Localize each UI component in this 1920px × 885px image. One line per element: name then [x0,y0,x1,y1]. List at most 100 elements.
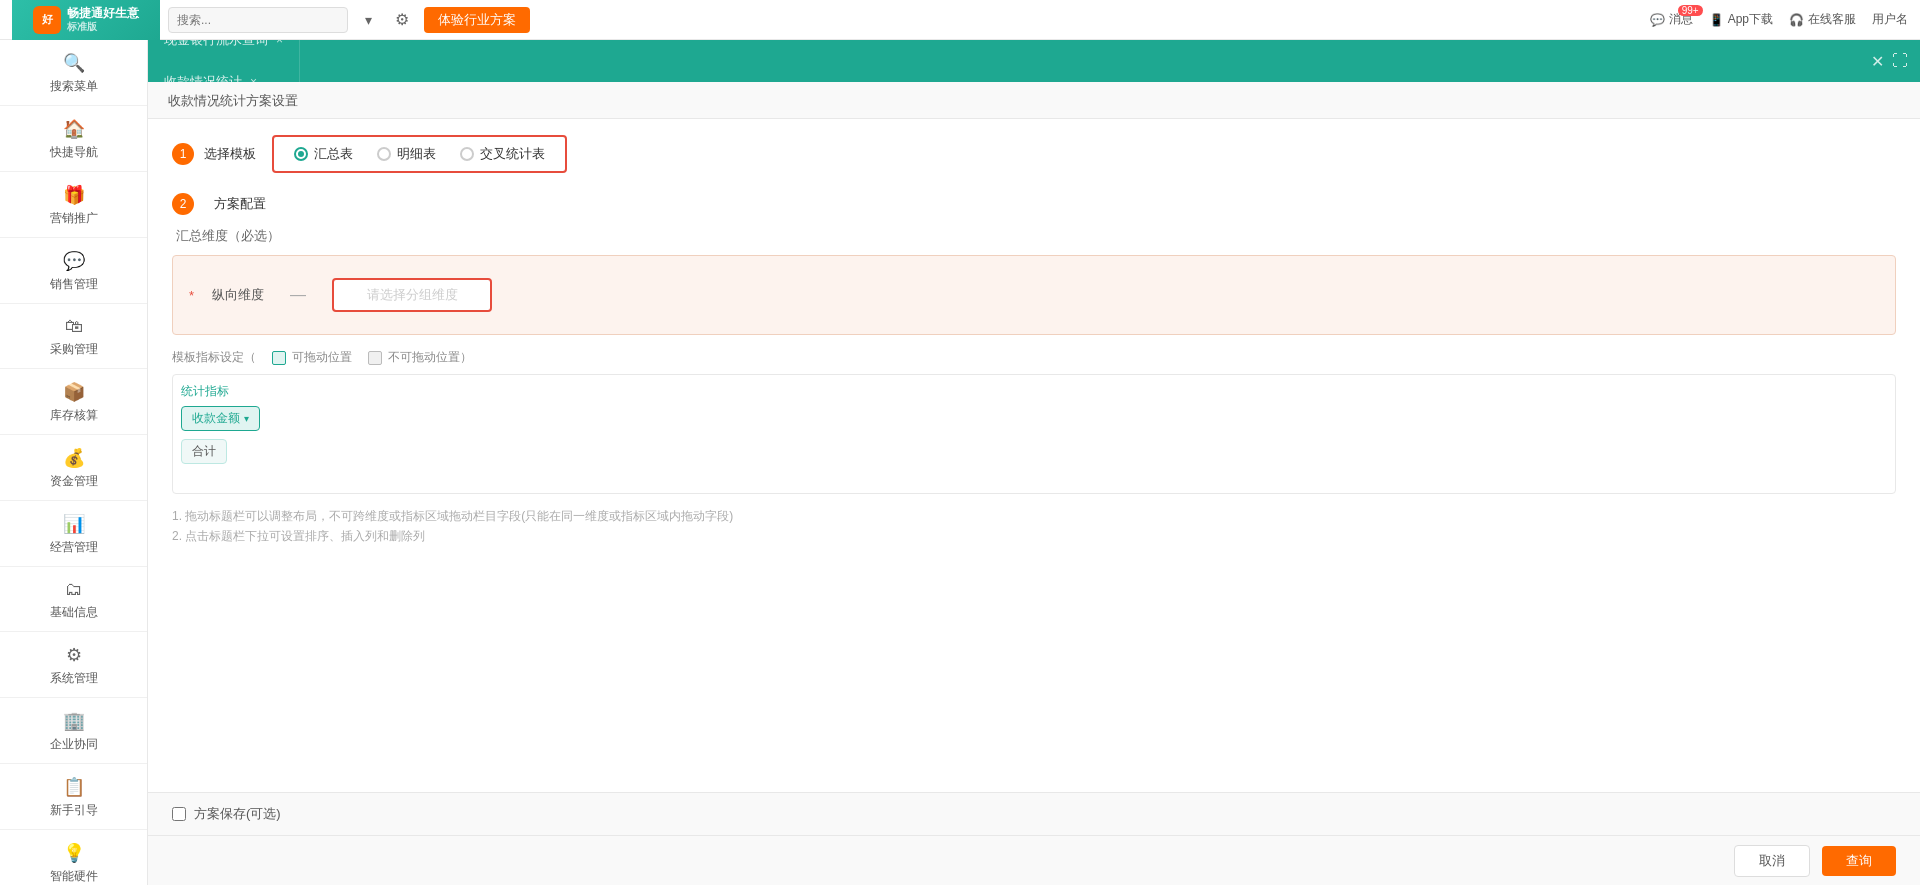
radio-cross-circle [460,147,474,161]
tab-bar: 首页现金银行流水查询×收款情况统计×新建方案× ✕ ⛶ [148,40,1920,82]
sidebar-icon-marketing: 🎁 [63,184,85,206]
sidebar-icon-operation: 📊 [63,513,85,535]
message-icon: 💬 [1650,13,1665,27]
radio-cross[interactable]: 交叉统计表 [460,145,545,163]
tip2: 2. 点击标题栏下拉可设置排序、插入列和删除列 [172,526,1896,546]
sidebar-item-corp[interactable]: 🏢企业协同 [0,698,147,764]
settings-icon[interactable]: ⚙ [388,6,416,34]
header-left: 好 畅捷通好生意 标准版 ▾ ⚙ 体验行业方案 [12,0,530,40]
config-area: 汇总维度（必选） * 纵向维度 — 请选择分组维度 模板指标设定（ [172,227,1896,547]
sidebar-label-purchase: 采购管理 [50,341,98,358]
page-title: 收款情况统计方案设置 [168,93,298,108]
radio-detail-label: 明细表 [397,145,436,163]
sidebar-item-hardware[interactable]: 💡 智能硬件 [0,830,147,885]
step1-num: 1 [172,143,194,165]
tab-bank-flow[interactable]: 现金银行流水查询 × [148,40,300,61]
form-section: 1 选择模板 汇总表 明细表 [148,119,1920,792]
tab-maximize-btn[interactable]: ⛶ [1892,52,1908,70]
header-dropdown-btn[interactable]: ▾ [356,8,380,32]
template-options-box: 汇总表 明细表 交叉统计表 [272,135,567,173]
sidebar-label-system: 系统管理 [50,670,98,687]
header-right: 💬 消息 99+ 📱 App下载 🎧 在线客服 用户名 [1650,11,1908,28]
sidebar-icon-inventory: 📦 [63,381,85,403]
radio-summary-label: 汇总表 [314,145,353,163]
radio-summary[interactable]: 汇总表 [294,145,353,163]
tab-close-bank-flow[interactable]: × [276,40,283,47]
metrics-tags: 收款金额 ▾ [181,406,1887,435]
metric-tag-receipt[interactable]: 收款金额 ▾ [181,406,260,431]
sidebar-label-guide: 新手引导 [50,802,98,819]
sidebar-icon-guide: 📋 [63,776,85,798]
dim-arrow-icon: — [290,286,306,304]
sidebar-label-basic: 基础信息 [50,604,98,621]
metric-tag-chevron-icon: ▾ [244,413,249,424]
download-btn[interactable]: 📱 App下载 [1709,11,1773,28]
sidebar-item-operation[interactable]: 📊 经营管理 [0,501,147,567]
msg-btn[interactable]: 💬 消息 99+ [1650,11,1693,28]
sidebar-item-search-menu[interactable]: 🔍搜索菜单 [0,40,147,106]
radio-detail-circle [377,147,391,161]
industry-btn[interactable]: 体验行业方案 [424,7,530,33]
radio-detail[interactable]: 明细表 [377,145,436,163]
sidebar-item-guide[interactable]: 📋 新手引导 [0,764,147,830]
step2-header: 2 方案配置 [172,193,1896,215]
sidebar-item-system[interactable]: ⚙ 系统管理 [0,632,147,698]
sidebar-icon-sales: 💬 [63,250,85,272]
sidebar-label-operation: 经营管理 [50,539,98,556]
query-button[interactable]: 查询 [1822,846,1896,876]
metric-tag-receipt-label: 收款金额 [192,410,240,427]
sidebar-item-sales[interactable]: 💬 销售管理 [0,238,147,304]
sidebar-item-purchase[interactable]: 🛍 采购管理 [0,304,147,369]
dim-area: * 纵向维度 — 请选择分组维度 [172,255,1896,335]
save-label: 方案保存(可选) [194,805,281,823]
sidebar-label-hardware: 智能硬件 [50,868,98,885]
metrics-area: 统计指标 收款金额 ▾ 合计 [172,374,1896,494]
step2-num: 2 [172,193,194,215]
sidebar-item-basic[interactable]: 🗂基础信息 [0,567,147,632]
tab-label-bank-flow: 现金银行流水查询 [164,40,268,49]
save-section: 方案保存(可选) [148,792,1920,835]
draggable-legend-icon [272,351,286,365]
msg-badge: 99+ [1678,5,1703,16]
sidebar-icon-hardware: 💡 [63,842,85,864]
sidebar-item-inventory[interactable]: 📦库存核算 [0,369,147,435]
save-checkbox[interactable] [172,807,186,821]
radio-summary-inner [298,151,304,157]
indicator-legend: 模板指标设定（ 可拖动位置 不可拖动位置） [172,349,1896,366]
cancel-button[interactable]: 取消 [1734,845,1810,877]
page-content: 收款情况统计方案设置 1 选择模板 汇总表 [148,82,1920,835]
bottom-bar: 取消 查询 [148,835,1920,885]
draggable-legend-item: 可拖动位置 [272,349,352,366]
required-star: * [189,288,194,303]
tab-close-all-btn[interactable]: ✕ [1871,52,1884,71]
radio-cross-label: 交叉统计表 [480,145,545,163]
draggable-legend-label: 可拖动位置 [292,349,352,366]
dim-row-label: 纵向维度 [212,286,264,304]
sidebar-label-sales: 销售管理 [50,276,98,293]
indicators-label-text: 模板指标设定（ [172,349,256,366]
dim-placeholder-selector[interactable]: 请选择分组维度 [332,278,492,312]
logo-icon: 好 [33,6,61,34]
tip1: 1. 拖动标题栏可以调整布局，不可跨维度或指标区域拖动栏目字段(只能在同一维度或… [172,506,1896,526]
subtags-row: 合计 [181,439,1887,468]
sidebar: 🔍搜索菜单 🏠 快捷导航 🎁 营销推广 💬 销售管理 🛍 采购管理 📦库存核算💰资金管理 📊 经营管理… [0,40,148,885]
service-btn[interactable]: 🎧 在线客服 [1789,11,1856,28]
sidebar-icon-purchase: 🛍 [65,316,83,337]
sidebar-item-capital[interactable]: 💰资金管理 [0,435,147,501]
header-search-input[interactable] [168,7,348,33]
sidebar-icon-system: ⚙ [66,644,82,666]
tab-bar-right: ✕ ⛶ [1871,52,1920,71]
dim-section-label: 汇总维度（必选） [172,227,1896,245]
sidebar-items: 🔍搜索菜单 🏠 快捷导航 🎁 营销推广 💬 销售管理 🛍 采购管理 📦库存核算💰资金管理 📊 经营管理… [0,40,147,885]
nodrag-legend-icon [368,351,382,365]
sidebar-icon-quick-nav: 🏠 [63,118,85,140]
nodrag-legend-item: 不可拖动位置） [368,349,472,366]
content-area: 首页现金银行流水查询×收款情况统计×新建方案× ✕ ⛶ 收款情况统计方案设置 1… [148,40,1920,885]
app-logo: 好 畅捷通好生意 标准版 [12,0,160,40]
sidebar-label-quick-nav: 快捷导航 [50,144,98,161]
sidebar-label-marketing: 营销推广 [50,210,98,227]
sidebar-item-marketing[interactable]: 🎁 营销推广 [0,172,147,238]
step2-section: 2 方案配置 汇总维度（必选） * 纵向维度 — 请选择分组维度 [172,193,1896,547]
sidebar-label-capital: 资金管理 [50,473,98,490]
sidebar-item-quick-nav[interactable]: 🏠 快捷导航 [0,106,147,172]
